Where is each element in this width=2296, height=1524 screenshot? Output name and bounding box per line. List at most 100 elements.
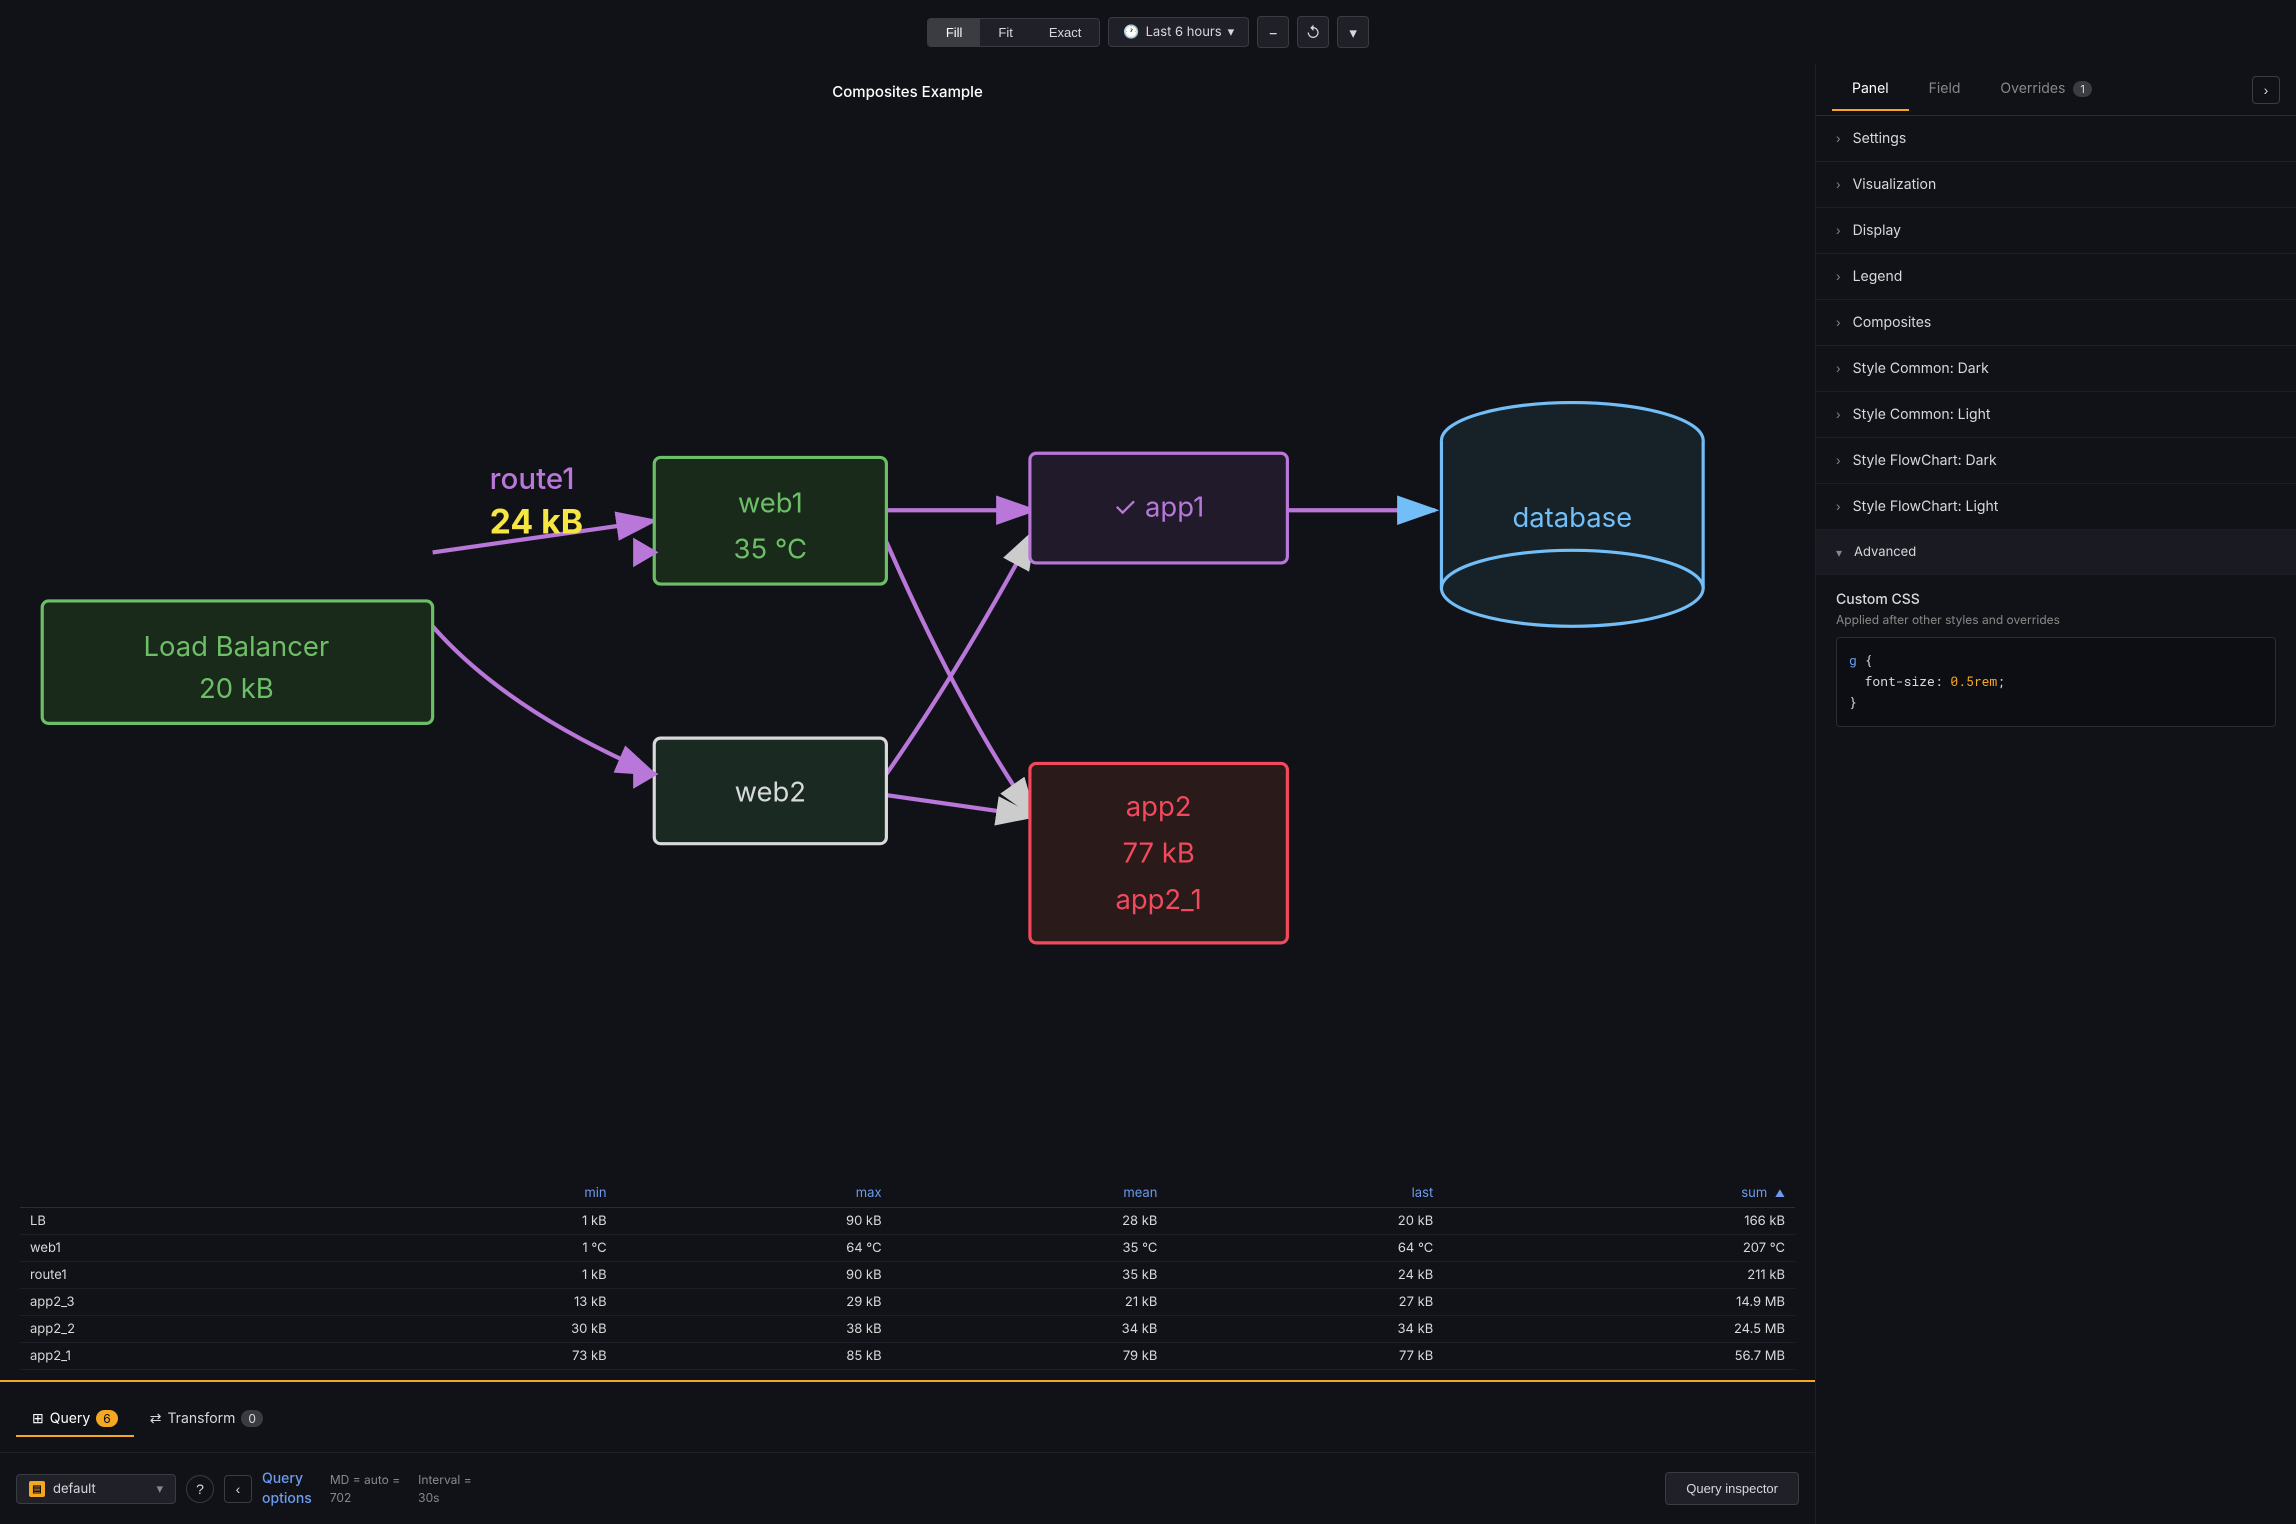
help-button[interactable]: ? <box>186 1475 214 1503</box>
transform-tab-badge: 0 <box>241 1410 263 1427</box>
section-chevron: › <box>1836 131 1841 146</box>
interval-label: Interval =30s <box>418 1471 471 1507</box>
table-row: app2_2 30 kB 38 kB 34 kB 34 kB 24.5 MB <box>20 1316 1795 1343</box>
section-item[interactable]: ›Style FlowChart: Dark <box>1816 438 2296 484</box>
field-tab[interactable]: Field <box>1909 68 1981 111</box>
row-mean: 35 kB <box>892 1262 1168 1289</box>
row-mean: 35 °C <box>892 1235 1168 1262</box>
panel-tab[interactable]: Panel <box>1832 68 1909 111</box>
datasource-chevron: ▾ <box>156 1481 163 1497</box>
more-options-button[interactable]: ▾ <box>1337 16 1369 48</box>
row-name: web1 <box>20 1235 342 1262</box>
section-item[interactable]: › Settings <box>1816 116 2296 162</box>
svg-text:database: database <box>1512 500 1632 534</box>
fit-button[interactable]: Fit <box>980 19 1030 46</box>
query-inspector-button[interactable]: Query inspector <box>1665 1472 1799 1505</box>
row-last: 27 kB <box>1167 1289 1443 1316</box>
row-sum: 24.5 MB <box>1443 1316 1795 1343</box>
col-last-header[interactable]: last <box>1167 1179 1443 1208</box>
query-tabs-bar: ⊞ Query 6 ⇄ Transform 0 <box>0 1380 1815 1452</box>
advanced-header[interactable]: ▾ Advanced <box>1816 530 2296 575</box>
row-sum: 166 kB <box>1443 1208 1795 1235</box>
row-max: 90 kB <box>617 1208 892 1235</box>
transform-tab[interactable]: ⇄ Transform 0 <box>134 1402 279 1437</box>
bottom-section: ⊞ Query 6 ⇄ Transform 0 ▤ default ▾ <box>0 1380 1815 1524</box>
row-max: 29 kB <box>617 1289 892 1316</box>
svg-text:web1: web1 <box>738 485 803 519</box>
query-options-link[interactable]: Queryoptions <box>262 1469 312 1508</box>
row-last: 64 °C <box>1167 1235 1443 1262</box>
collapse-button[interactable]: › <box>2252 76 2280 104</box>
svg-text:24 kB: 24 kB <box>490 501 583 542</box>
table-row: web1 1 °C 64 °C 35 °C 64 °C 207 °C <box>20 1235 1795 1262</box>
md-label: MD = auto =702 <box>330 1471 400 1507</box>
advanced-chevron: ▾ <box>1836 545 1842 560</box>
advanced-body: Custom CSS Applied after other styles an… <box>1816 575 2296 743</box>
row-last: 24 kB <box>1167 1262 1443 1289</box>
table-area: min max mean last sum ▲ LB 1 kB 90 kB 28… <box>0 1179 1815 1380</box>
row-name: route1 <box>20 1262 342 1289</box>
clock-icon: 🕐 <box>1123 24 1139 40</box>
col-sum-header[interactable]: sum ▲ <box>1443 1179 1795 1208</box>
row-last: 34 kB <box>1167 1316 1443 1343</box>
advanced-label: Advanced <box>1854 544 1916 560</box>
section-chevron: › <box>1836 499 1841 514</box>
query-tabs: ⊞ Query 6 ⇄ Transform 0 <box>16 1398 279 1437</box>
row-min: 1 kB <box>342 1208 617 1235</box>
sections-container: ›Settings›Visualization›Display›Legend›C… <box>1816 116 2296 530</box>
svg-text:✓ app1: ✓ app1 <box>1113 490 1204 524</box>
row-min: 13 kB <box>342 1289 617 1316</box>
code-editor[interactable]: g { font-size: 0.5rem; } <box>1836 637 2276 727</box>
expand-button[interactable]: ‹ <box>224 1475 252 1503</box>
exact-button[interactable]: Exact <box>1031 19 1100 46</box>
section-chevron: › <box>1836 223 1841 238</box>
refresh-button[interactable]: ↺ <box>1297 16 1329 48</box>
row-sum: 56.7 MB <box>1443 1343 1795 1370</box>
query-footer: ▤ default ▾ ? ‹ Queryoptions MD = auto =… <box>0 1452 1815 1524</box>
row-mean: 28 kB <box>892 1208 1168 1235</box>
section-item[interactable]: › Display <box>1816 208 2296 254</box>
sort-icon: ▲ <box>1775 1188 1785 1200</box>
col-mean-header[interactable]: mean <box>892 1179 1168 1208</box>
section-label: Style FlowChart: Light <box>1853 498 1999 515</box>
row-sum: 207 °C <box>1443 1235 1795 1262</box>
section-item[interactable]: ›Composites <box>1816 300 2296 346</box>
section-chevron: › <box>1836 361 1841 376</box>
section-chevron: › <box>1836 269 1841 284</box>
section-label: Settings <box>1853 130 1907 147</box>
query-tab-badge: 6 <box>96 1410 117 1427</box>
col-name-header[interactable] <box>20 1179 342 1208</box>
svg-text:Load Balancer: Load Balancer <box>144 629 330 663</box>
time-picker[interactable]: 🕐 Last 6 hours ▾ <box>1108 17 1249 47</box>
col-max-header[interactable]: max <box>617 1179 892 1208</box>
table-row: app2_1 73 kB 85 kB 79 kB 77 kB 56.7 MB <box>20 1343 1795 1370</box>
section-item[interactable]: ›Visualization <box>1816 162 2296 208</box>
section-label: Composites <box>1853 314 1932 331</box>
section-item[interactable]: ›Style Common: Dark <box>1816 346 2296 392</box>
col-min-header[interactable]: min <box>342 1179 617 1208</box>
section-label: Display <box>1853 222 1901 239</box>
section-chevron: › <box>1836 407 1841 422</box>
row-mean: 79 kB <box>892 1343 1168 1370</box>
row-min: 1 kB <box>342 1262 617 1289</box>
custom-css-label: Custom CSS <box>1836 591 2276 608</box>
view-mode-group: Fill Fit Exact <box>927 18 1101 47</box>
query-tab[interactable]: ⊞ Query 6 <box>16 1402 134 1437</box>
section-label: Visualization <box>1853 176 1937 193</box>
diagram-svg: route1 24 kB Load Balancer 20 kB web1 <box>0 111 1815 1179</box>
overrides-badge: 1 <box>2073 81 2091 97</box>
section-chevron: › <box>1836 453 1841 468</box>
overrides-tab[interactable]: Overrides 1 <box>1980 68 2111 111</box>
section-item[interactable]: ›Legend <box>1816 254 2296 300</box>
right-panel: Panel Field Overrides 1 › ›Settings›Visu… <box>1816 64 2296 1524</box>
section-item[interactable]: ›Style Common: Light <box>1816 392 2296 438</box>
row-name: app2_2 <box>20 1316 342 1343</box>
svg-text:35 °C: 35 °C <box>734 532 808 566</box>
section-item[interactable]: › Style FlowChart: Light <box>1816 484 2296 530</box>
zoom-out-button[interactable]: − <box>1257 16 1289 48</box>
row-min: 30 kB <box>342 1316 617 1343</box>
fill-button[interactable]: Fill <box>928 19 981 46</box>
right-panel-header: Panel Field Overrides 1 › <box>1816 64 2296 116</box>
row-max: 85 kB <box>617 1343 892 1370</box>
datasource-select[interactable]: ▤ default ▾ <box>16 1474 176 1504</box>
